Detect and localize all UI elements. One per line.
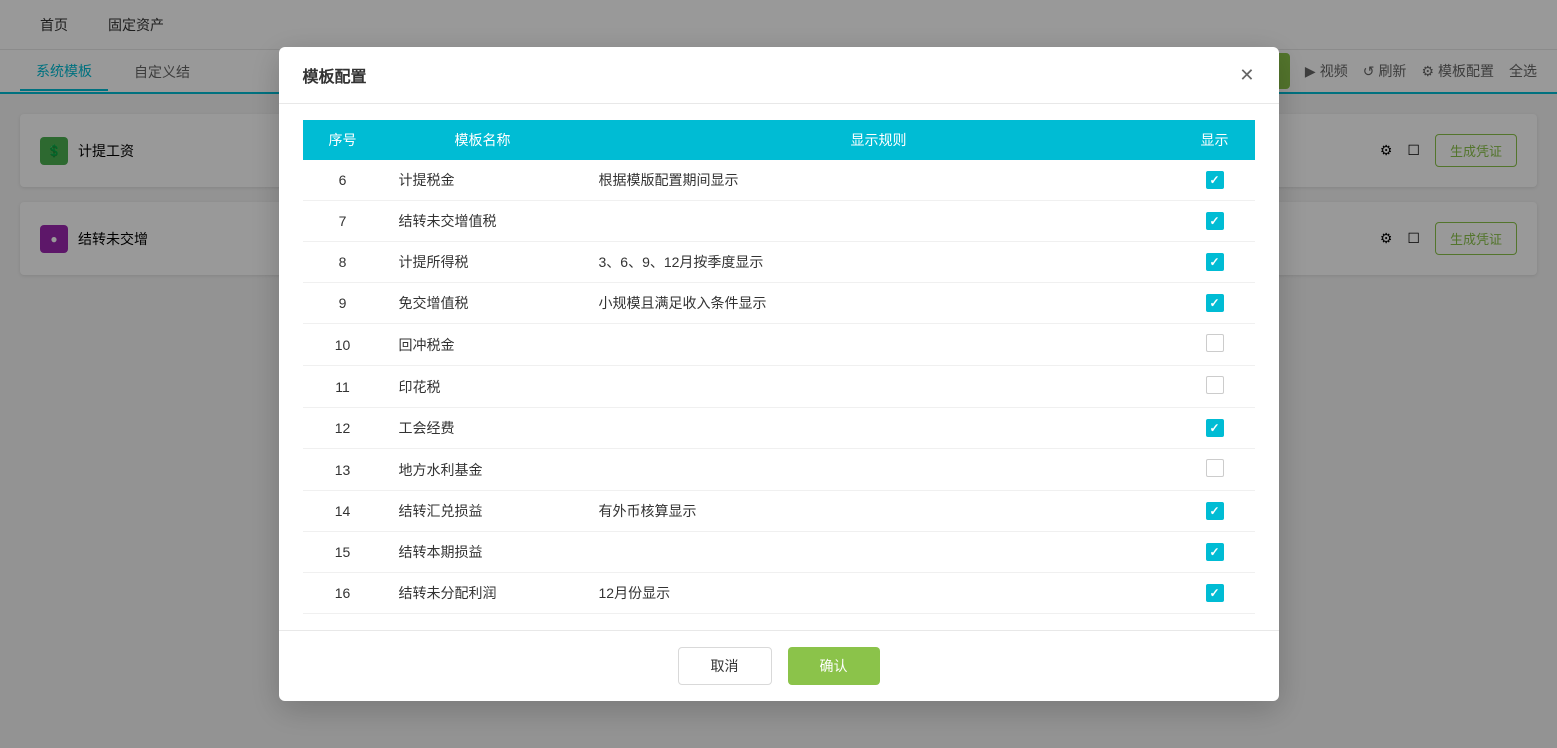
cell-seq: 12 bbox=[303, 408, 383, 449]
cell-name: 工会经费 bbox=[383, 408, 583, 449]
cell-display bbox=[1175, 532, 1255, 573]
modal-scroll[interactable]: 序号 模板名称 显示规则 显示 6计提税金根据模版配置期间显示7结转未交增值税8… bbox=[303, 120, 1255, 614]
modal-overlay: 模板配置 ✕ 序号 模板名称 显示规则 显示 6计提税金根据模版配置期间显 bbox=[0, 0, 1557, 748]
modal-title: 模板配置 bbox=[303, 63, 367, 87]
cell-name: 计提税金 bbox=[383, 160, 583, 201]
cell-rule bbox=[583, 449, 1175, 491]
checkbox-row-4[interactable] bbox=[1206, 334, 1224, 352]
checkbox-row-8[interactable] bbox=[1206, 502, 1224, 520]
cell-name: 回冲税金 bbox=[383, 324, 583, 366]
table-row: 10回冲税金 bbox=[303, 324, 1255, 366]
modal-template-config: 模板配置 ✕ 序号 模板名称 显示规则 显示 6计提税金根据模版配置期间显 bbox=[279, 47, 1279, 701]
cell-seq: 8 bbox=[303, 242, 383, 283]
modal-footer: 取消 确认 bbox=[279, 630, 1279, 701]
checkbox-row-10[interactable] bbox=[1206, 584, 1224, 602]
cell-display bbox=[1175, 283, 1255, 324]
cell-rule: 有外币核算显示 bbox=[583, 491, 1175, 532]
cell-name: 结转未交增值税 bbox=[383, 201, 583, 242]
cancel-button[interactable]: 取消 bbox=[678, 647, 772, 685]
checkbox-row-7[interactable] bbox=[1206, 459, 1224, 477]
modal-header: 模板配置 ✕ bbox=[279, 47, 1279, 104]
th-name: 模板名称 bbox=[383, 120, 583, 160]
cell-seq: 16 bbox=[303, 573, 383, 614]
table-header: 序号 模板名称 显示规则 显示 bbox=[303, 120, 1255, 160]
cell-seq: 7 bbox=[303, 201, 383, 242]
cell-rule bbox=[583, 532, 1175, 573]
cell-rule: 小规模且满足收入条件显示 bbox=[583, 283, 1175, 324]
cell-display bbox=[1175, 573, 1255, 614]
modal-body: 序号 模板名称 显示规则 显示 6计提税金根据模版配置期间显示7结转未交增值税8… bbox=[279, 104, 1279, 630]
table-row: 9免交增值税小规模且满足收入条件显示 bbox=[303, 283, 1255, 324]
cell-name: 免交增值税 bbox=[383, 283, 583, 324]
cell-rule: 根据模版配置期间显示 bbox=[583, 160, 1175, 201]
table-row: 13地方水利基金 bbox=[303, 449, 1255, 491]
cell-seq: 10 bbox=[303, 324, 383, 366]
cell-name: 结转本期损益 bbox=[383, 532, 583, 573]
checkbox-row-3[interactable] bbox=[1206, 294, 1224, 312]
cell-name: 计提所得税 bbox=[383, 242, 583, 283]
cell-rule bbox=[583, 201, 1175, 242]
cell-rule bbox=[583, 324, 1175, 366]
cell-seq: 14 bbox=[303, 491, 383, 532]
table-row: 8计提所得税3、6、9、12月按季度显示 bbox=[303, 242, 1255, 283]
table-body: 6计提税金根据模版配置期间显示7结转未交增值税8计提所得税3、6、9、12月按季… bbox=[303, 160, 1255, 614]
cell-name: 地方水利基金 bbox=[383, 449, 583, 491]
checkbox-row-6[interactable] bbox=[1206, 419, 1224, 437]
table-row: 11印花税 bbox=[303, 366, 1255, 408]
cell-rule bbox=[583, 366, 1175, 408]
cell-display bbox=[1175, 324, 1255, 366]
table-row: 12工会经费 bbox=[303, 408, 1255, 449]
cell-display bbox=[1175, 366, 1255, 408]
cell-rule: 3、6、9、12月按季度显示 bbox=[583, 242, 1175, 283]
cell-seq: 9 bbox=[303, 283, 383, 324]
confirm-button[interactable]: 确认 bbox=[788, 647, 880, 685]
config-table: 序号 模板名称 显示规则 显示 6计提税金根据模版配置期间显示7结转未交增值税8… bbox=[303, 120, 1255, 614]
cell-name: 结转未分配利润 bbox=[383, 573, 583, 614]
cell-display bbox=[1175, 242, 1255, 283]
cell-name: 印花税 bbox=[383, 366, 583, 408]
cell-seq: 6 bbox=[303, 160, 383, 201]
th-seq: 序号 bbox=[303, 120, 383, 160]
cell-display bbox=[1175, 408, 1255, 449]
checkbox-row-2[interactable] bbox=[1206, 253, 1224, 271]
cell-seq: 13 bbox=[303, 449, 383, 491]
cell-name: 结转汇兑损益 bbox=[383, 491, 583, 532]
checkbox-row-1[interactable] bbox=[1206, 212, 1224, 230]
table-row: 15结转本期损益 bbox=[303, 532, 1255, 573]
th-display: 显示 bbox=[1175, 120, 1255, 160]
checkbox-row-0[interactable] bbox=[1206, 171, 1224, 189]
table-row: 7结转未交增值税 bbox=[303, 201, 1255, 242]
th-rule: 显示规则 bbox=[583, 120, 1175, 160]
modal-close-button[interactable]: ✕ bbox=[1239, 66, 1254, 84]
checkbox-row-5[interactable] bbox=[1206, 376, 1224, 394]
table-row: 16结转未分配利润12月份显示 bbox=[303, 573, 1255, 614]
cell-seq: 11 bbox=[303, 366, 383, 408]
cell-display bbox=[1175, 491, 1255, 532]
cell-rule bbox=[583, 408, 1175, 449]
cell-seq: 15 bbox=[303, 532, 383, 573]
checkbox-row-9[interactable] bbox=[1206, 543, 1224, 561]
table-row: 14结转汇兑损益有外币核算显示 bbox=[303, 491, 1255, 532]
cell-display bbox=[1175, 201, 1255, 242]
cell-display bbox=[1175, 449, 1255, 491]
table-row: 6计提税金根据模版配置期间显示 bbox=[303, 160, 1255, 201]
cell-rule: 12月份显示 bbox=[583, 573, 1175, 614]
cell-display bbox=[1175, 160, 1255, 201]
